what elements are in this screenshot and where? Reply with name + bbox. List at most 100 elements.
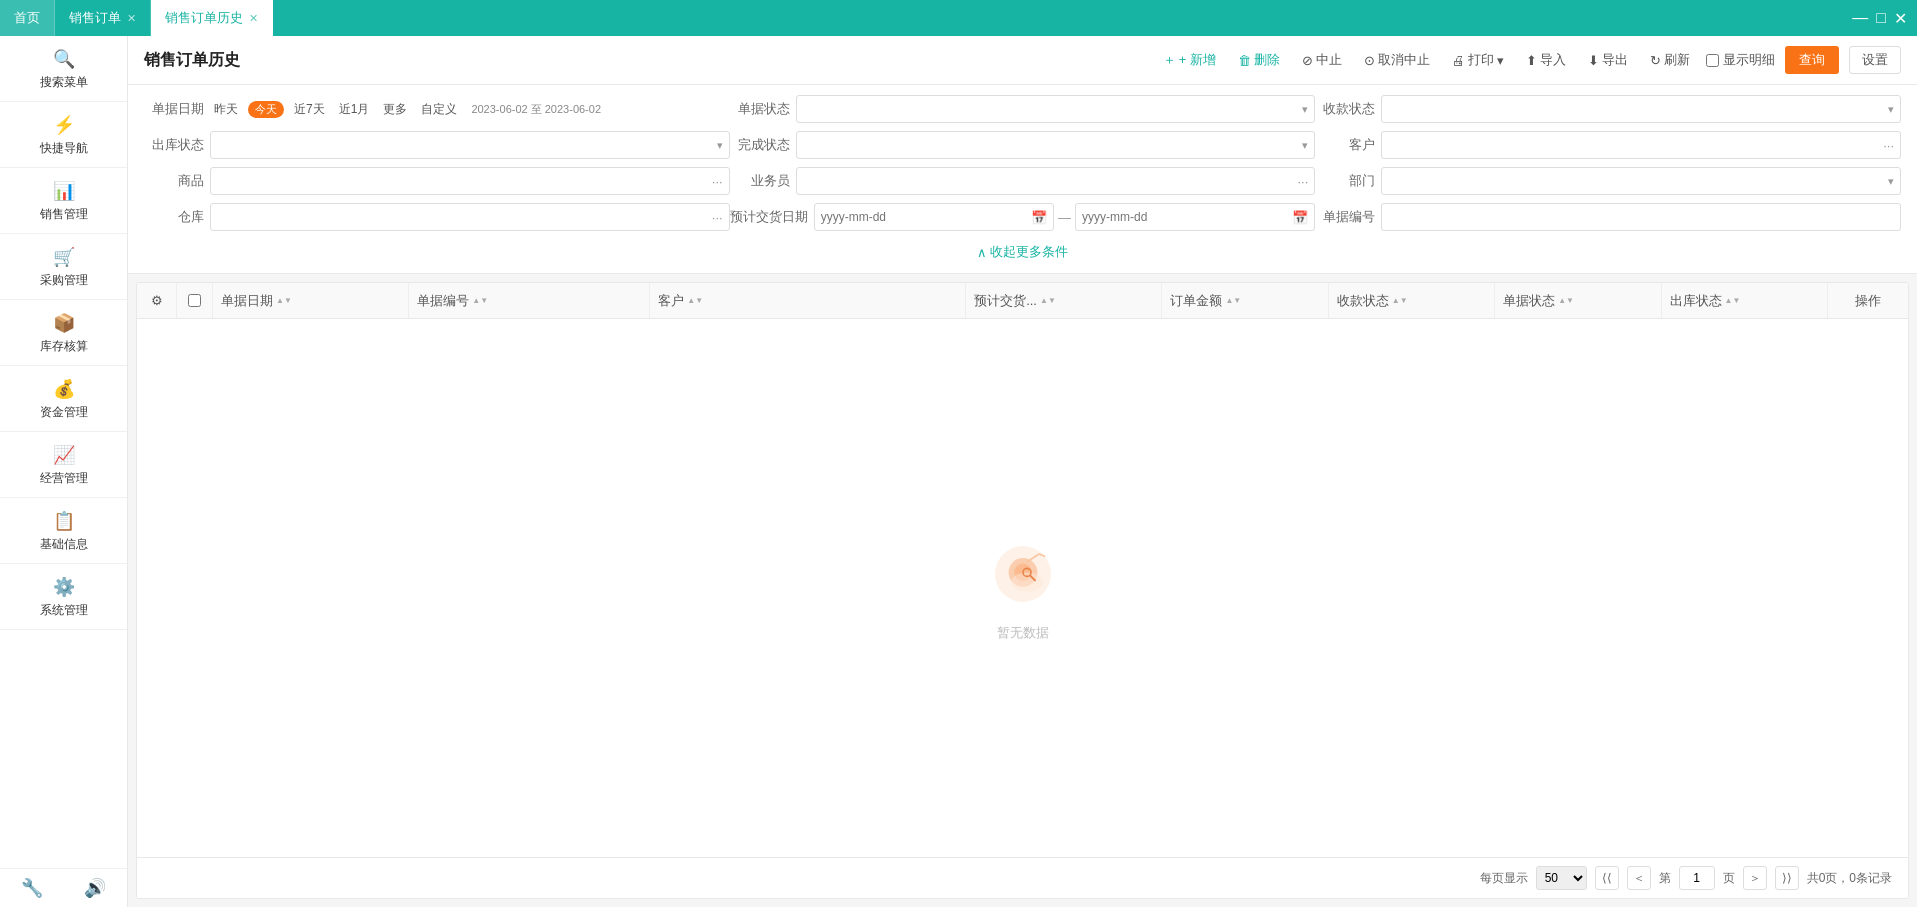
export-button[interactable]: ⬇ 导出 — [1582, 48, 1634, 72]
department-input[interactable] — [1388, 174, 1888, 188]
tab-sales-order-history[interactable]: 销售订单历史 ✕ — [151, 0, 273, 36]
select-all-checkbox[interactable] — [188, 294, 201, 307]
warehouse-dots-icon[interactable]: ··· — [712, 210, 723, 225]
date-yesterday[interactable]: 昨天 — [210, 100, 242, 119]
next-page-button[interactable]: ＞ — [1743, 866, 1767, 890]
th-amount[interactable]: 订单金额 ▲▼ — [1162, 283, 1328, 318]
print-button[interactable]: 🖨 打印 ▾ — [1446, 48, 1510, 72]
sidebar-item-operations[interactable]: 📈 经营管理 — [0, 432, 127, 498]
new-button[interactable]: ＋ + 新增 — [1157, 48, 1222, 72]
tab-sales-order-close[interactable]: ✕ — [127, 12, 136, 25]
date-7days[interactable]: 近7天 — [290, 100, 329, 119]
close-button[interactable]: ✕ — [1894, 9, 1907, 28]
date-more[interactable]: 更多 — [379, 100, 411, 119]
sidebar-item-basic-info-label: 基础信息 — [40, 536, 88, 553]
page-number-input[interactable] — [1679, 866, 1715, 890]
sidebar-item-system-mgmt[interactable]: ⚙️ 系统管理 — [0, 564, 127, 630]
warehouse-input[interactable] — [217, 210, 712, 224]
customer-dots-icon[interactable]: ··· — [1883, 138, 1894, 153]
gear-icon: ⚙ — [151, 293, 163, 308]
outbound-status-input[interactable] — [217, 138, 717, 152]
sidebar-item-basic-info[interactable]: 📋 基础信息 — [0, 498, 127, 564]
content-area: 销售订单历史 ＋ + 新增 🗑 删除 ⊘ 中止 ⊙ 取消中止 — [128, 36, 1917, 907]
print-arrow-icon: ▾ — [1497, 53, 1504, 68]
sidebar-item-inventory-label: 库存核算 — [40, 338, 88, 355]
warehouse-control[interactable]: ··· — [210, 203, 730, 231]
sidebar-item-quick-nav[interactable]: ⚡ 快捷导航 — [0, 102, 127, 168]
sales-rep-input[interactable] — [803, 174, 1298, 188]
sidebar-item-inventory[interactable]: 📦 库存核算 — [0, 300, 127, 366]
delete-button[interactable]: 🗑 删除 — [1232, 48, 1286, 72]
payment-status-input[interactable] — [1388, 102, 1888, 116]
th-order-status-sort-icon: ▲▼ — [1558, 297, 1574, 305]
th-num-sort-icon: ▲▼ — [472, 297, 488, 305]
department-control[interactable]: ▾ — [1381, 167, 1901, 195]
import-button[interactable]: ⬆ 导入 — [1520, 48, 1572, 72]
sidebar-item-sales-mgmt[interactable]: 📊 销售管理 — [0, 168, 127, 234]
date-1month[interactable]: 近1月 — [335, 100, 374, 119]
sidebar-item-search-menu[interactable]: 🔍 搜索菜单 — [0, 36, 127, 102]
delivery-date-to-input[interactable] — [1082, 210, 1292, 224]
last-page-button[interactable]: ⟩⟩ — [1775, 866, 1799, 890]
date-custom[interactable]: 自定义 — [417, 100, 461, 119]
collapse-filters-button[interactable]: ∧ 收起更多条件 — [144, 239, 1901, 263]
order-no-label: 单据编号 — [1315, 208, 1375, 226]
delivery-date-from-calendar-icon[interactable]: 📅 — [1031, 210, 1047, 225]
minimize-button[interactable]: — — [1852, 9, 1868, 27]
outbound-status-control[interactable]: ▾ — [210, 131, 730, 159]
customer-control[interactable]: ··· — [1381, 131, 1901, 159]
payment-status-control[interactable]: ▾ — [1381, 95, 1901, 123]
product-dots-icon[interactable]: ··· — [712, 174, 723, 189]
filter-sales-rep: 业务员 ··· — [730, 167, 1316, 195]
delivery-date-from-input[interactable] — [821, 210, 1031, 224]
sales-rep-control[interactable]: ··· — [796, 167, 1316, 195]
sidebar-item-purchase-mgmt[interactable]: 🛒 采购管理 — [0, 234, 127, 300]
refresh-button[interactable]: ↻ 刷新 — [1644, 48, 1696, 72]
first-page-button[interactable]: ⟨⟨ — [1595, 866, 1619, 890]
per-page-select[interactable]: 50 10 20 100 — [1536, 866, 1587, 890]
audio-bottom-icon[interactable]: 🔊 — [84, 877, 106, 899]
tab-sales-order-history-close[interactable]: ✕ — [249, 12, 258, 25]
th-date[interactable]: 单据日期 ▲▼ — [213, 283, 409, 318]
tab-home[interactable]: 首页 — [0, 0, 55, 36]
sales-rep-dots-icon[interactable]: ··· — [1298, 174, 1309, 189]
order-status-input[interactable] — [803, 102, 1303, 116]
product-input[interactable] — [217, 174, 712, 188]
th-order-status[interactable]: 单据状态 ▲▼ — [1495, 283, 1661, 318]
stop-button[interactable]: ⊘ 中止 — [1296, 48, 1348, 72]
maximize-button[interactable]: □ — [1876, 9, 1886, 27]
th-check[interactable] — [177, 283, 213, 318]
sidebar-item-capital[interactable]: 💰 资金管理 — [0, 366, 127, 432]
tab-sales-order-label: 销售订单 — [69, 9, 121, 27]
display-detail-check[interactable] — [1706, 54, 1719, 67]
query-button[interactable]: 查询 — [1785, 46, 1839, 74]
order-no-input[interactable] — [1388, 210, 1894, 224]
product-control[interactable]: ··· — [210, 167, 730, 195]
th-delivery-label: 预计交货... — [974, 292, 1037, 310]
settings-bottom-icon[interactable]: 🔧 — [21, 877, 43, 899]
sales-mgmt-icon: 📊 — [53, 180, 75, 202]
delete-label: 删除 — [1254, 51, 1280, 69]
completion-status-input[interactable] — [803, 138, 1303, 152]
date-today[interactable]: 今天 — [248, 101, 284, 118]
prev-page-button[interactable]: ＜ — [1627, 866, 1651, 890]
delivery-date-to-calendar-icon[interactable]: 📅 — [1292, 210, 1308, 225]
delivery-date-to[interactable]: 📅 — [1075, 203, 1315, 231]
delivery-date-from[interactable]: 📅 — [814, 203, 1054, 231]
export-icon: ⬇ — [1588, 53, 1599, 68]
th-pay-status[interactable]: 收款状态 ▲▼ — [1329, 283, 1495, 318]
order-no-control[interactable] — [1381, 203, 1901, 231]
customer-input[interactable] — [1388, 138, 1883, 152]
completion-status-control[interactable]: ▾ — [796, 131, 1316, 159]
tab-sales-order[interactable]: 销售订单 ✕ — [55, 0, 151, 36]
th-out-status[interactable]: 出库状态 ▲▼ — [1662, 283, 1828, 318]
th-num[interactable]: 单据编号 ▲▼ — [409, 283, 650, 318]
th-gear[interactable]: ⚙ — [137, 283, 177, 318]
order-status-control[interactable]: ▾ — [796, 95, 1316, 123]
setting-button[interactable]: 设置 — [1849, 46, 1901, 74]
cancel-stop-button[interactable]: ⊙ 取消中止 — [1358, 48, 1436, 72]
th-delivery[interactable]: 预计交货... ▲▼ — [966, 283, 1162, 318]
display-detail-checkbox[interactable]: 显示明细 — [1706, 51, 1775, 69]
th-client-sort-icon: ▲▼ — [687, 297, 703, 305]
th-client[interactable]: 客户 ▲▼ — [650, 283, 966, 318]
